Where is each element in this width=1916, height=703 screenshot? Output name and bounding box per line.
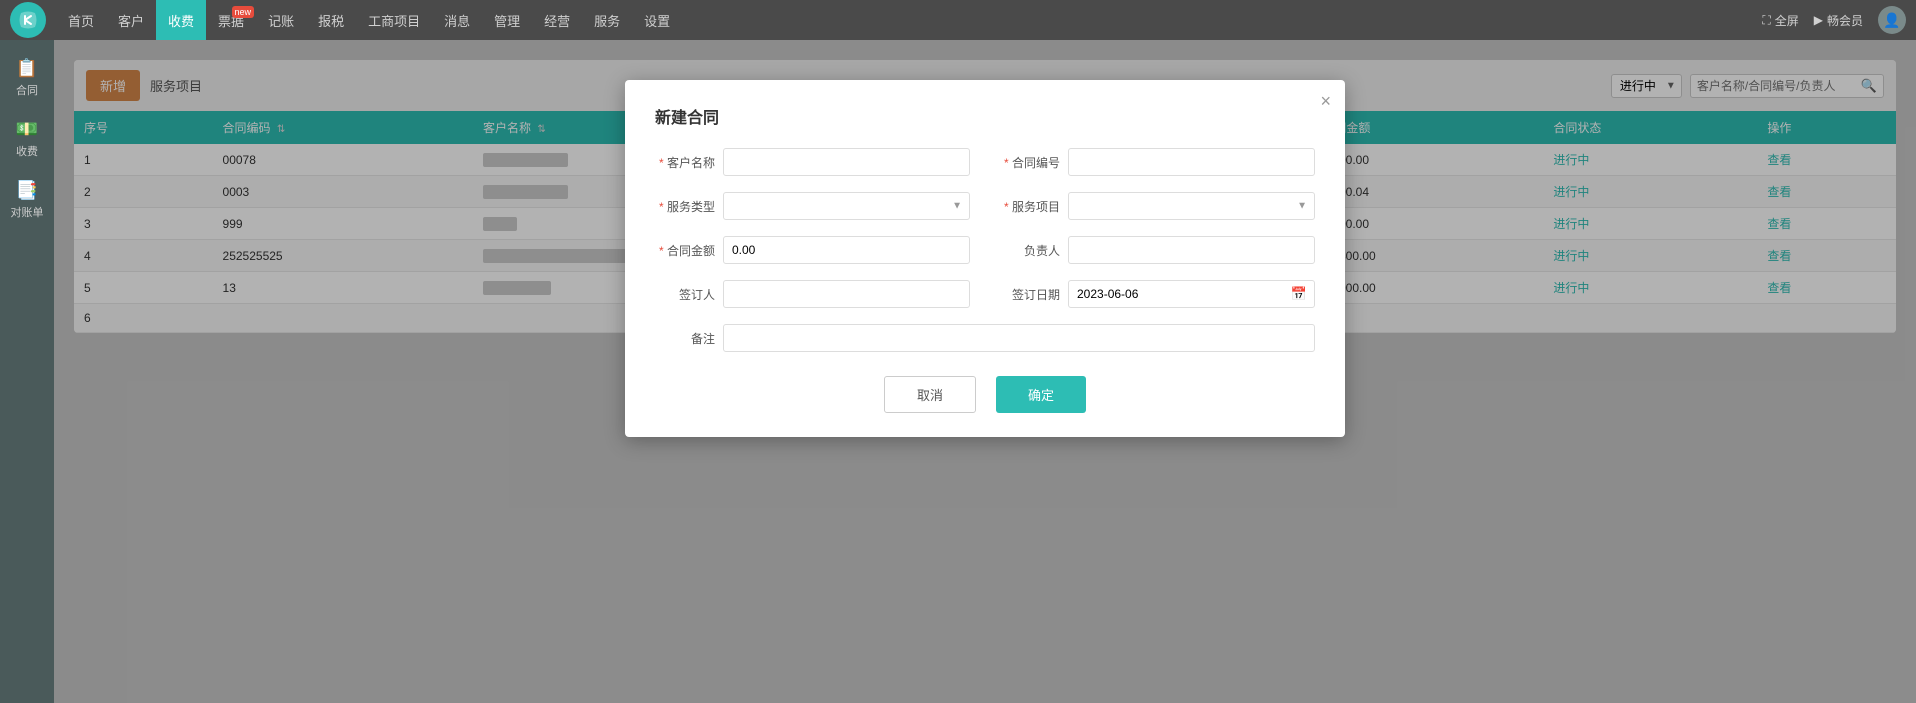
fee-icon: 💵 — [16, 119, 38, 140]
sign-date-label: 签订日期 — [1000, 286, 1060, 303]
signer-label: 签订人 — [655, 286, 715, 303]
signer-input[interactable] — [723, 280, 970, 308]
service-type-select[interactable] — [723, 192, 970, 220]
form-row-amount: 合同金额 — [655, 236, 970, 264]
sign-date-input[interactable] — [1068, 280, 1315, 308]
responsible-person-input[interactable] — [1068, 236, 1315, 264]
service-type-select-wrapper: ▼ — [723, 192, 970, 220]
sidebar: 📋 合同 💵 收费 📑 对账单 — [0, 40, 54, 703]
nav-item-accounting[interactable]: 记账 — [256, 0, 306, 40]
fullscreen-icon: ⛶ — [1762, 13, 1770, 28]
nav-item-ticket[interactable]: 票据 new — [206, 0, 256, 40]
form-grid: 客户名称 合同编号 服务类型 ▼ — [655, 148, 1315, 352]
nav-item-tax[interactable]: 报税 — [306, 0, 356, 40]
service-item-form-label: 服务项目 — [1000, 198, 1060, 215]
form-row-sign-date: 签订日期 📅 — [1000, 280, 1315, 308]
nav-item-operation[interactable]: 经营 — [532, 0, 582, 40]
new-contract-modal: × 新建合同 客户名称 合同编号 服务类型 — [625, 80, 1345, 437]
customer-name-input[interactable] — [723, 148, 970, 176]
content-area: 新增 服务项目 进行中 已完成 已取消 ▼ 🔍 — [54, 40, 1916, 703]
sign-date-wrapper: 📅 — [1068, 280, 1315, 308]
modal-footer: 取消 确定 — [655, 376, 1315, 413]
fullscreen-button[interactable]: ⛶ 全屏 — [1762, 12, 1798, 29]
avatar[interactable]: 👤 — [1878, 6, 1906, 34]
contract-icon: 📋 — [16, 58, 38, 79]
sidebar-item-contract[interactable]: 📋 合同 — [2, 50, 52, 106]
nav-item-manage[interactable]: 管理 — [482, 0, 532, 40]
contract-no-label: 合同编号 — [1000, 154, 1060, 171]
nav-item-customer[interactable]: 客户 — [106, 0, 156, 40]
nav-item-service[interactable]: 服务 — [582, 0, 632, 40]
main-layout: 📋 合同 💵 收费 📑 对账单 新增 服务项目 进行中 已完成 — [0, 40, 1916, 703]
member-button[interactable]: ▶ 畅会员 — [1814, 12, 1863, 29]
app-logo — [10, 2, 46, 38]
remark-label: 备注 — [655, 330, 715, 347]
sidebar-item-statement[interactable]: 📑 对账单 — [2, 172, 52, 228]
member-icon: ▶ — [1814, 13, 1823, 27]
new-badge: new — [232, 6, 255, 18]
form-row-service-item: 服务项目 ▼ — [1000, 192, 1315, 220]
statement-icon: 📑 — [16, 180, 38, 201]
form-row-service-type: 服务类型 ▼ — [655, 192, 970, 220]
customer-name-label: 客户名称 — [655, 154, 715, 171]
contract-amount-input[interactable] — [723, 236, 970, 264]
modal-close-button[interactable]: × — [1320, 92, 1331, 110]
avatar-icon: 👤 — [1883, 12, 1900, 29]
form-row-remark: 备注 — [655, 324, 1315, 352]
confirm-button[interactable]: 确定 — [996, 376, 1086, 413]
sidebar-item-fee[interactable]: 💵 收费 — [2, 111, 52, 167]
nav-item-home[interactable]: 首页 — [56, 0, 106, 40]
form-row-customer: 客户名称 — [655, 148, 970, 176]
form-row-signer: 签订人 — [655, 280, 970, 308]
contract-amount-label: 合同金额 — [655, 242, 715, 259]
modal-overlay: × 新建合同 客户名称 合同编号 服务类型 — [54, 40, 1916, 703]
service-item-select[interactable] — [1068, 192, 1315, 220]
form-row-responsible: 负责人 — [1000, 236, 1315, 264]
nav-item-settings[interactable]: 设置 — [632, 0, 682, 40]
nav-item-message[interactable]: 消息 — [432, 0, 482, 40]
contract-no-input[interactable] — [1068, 148, 1315, 176]
modal-title: 新建合同 — [655, 104, 1315, 128]
nav-item-business[interactable]: 工商项目 — [356, 0, 432, 40]
nav-item-fee[interactable]: 收费 — [156, 0, 206, 40]
service-item-select-wrapper: ▼ — [1068, 192, 1315, 220]
nav-right-area: ⛶ 全屏 ▶ 畅会员 👤 — [1762, 6, 1906, 34]
cancel-button[interactable]: 取消 — [884, 376, 976, 413]
form-row-contract-no: 合同编号 — [1000, 148, 1315, 176]
remark-input[interactable] — [723, 324, 1315, 352]
top-navigation: 首页 客户 收费 票据 new 记账 报税 工商项目 消息 管理 经营 服务 设… — [0, 0, 1916, 40]
responsible-person-label: 负责人 — [1000, 242, 1060, 259]
service-type-label: 服务类型 — [655, 198, 715, 215]
